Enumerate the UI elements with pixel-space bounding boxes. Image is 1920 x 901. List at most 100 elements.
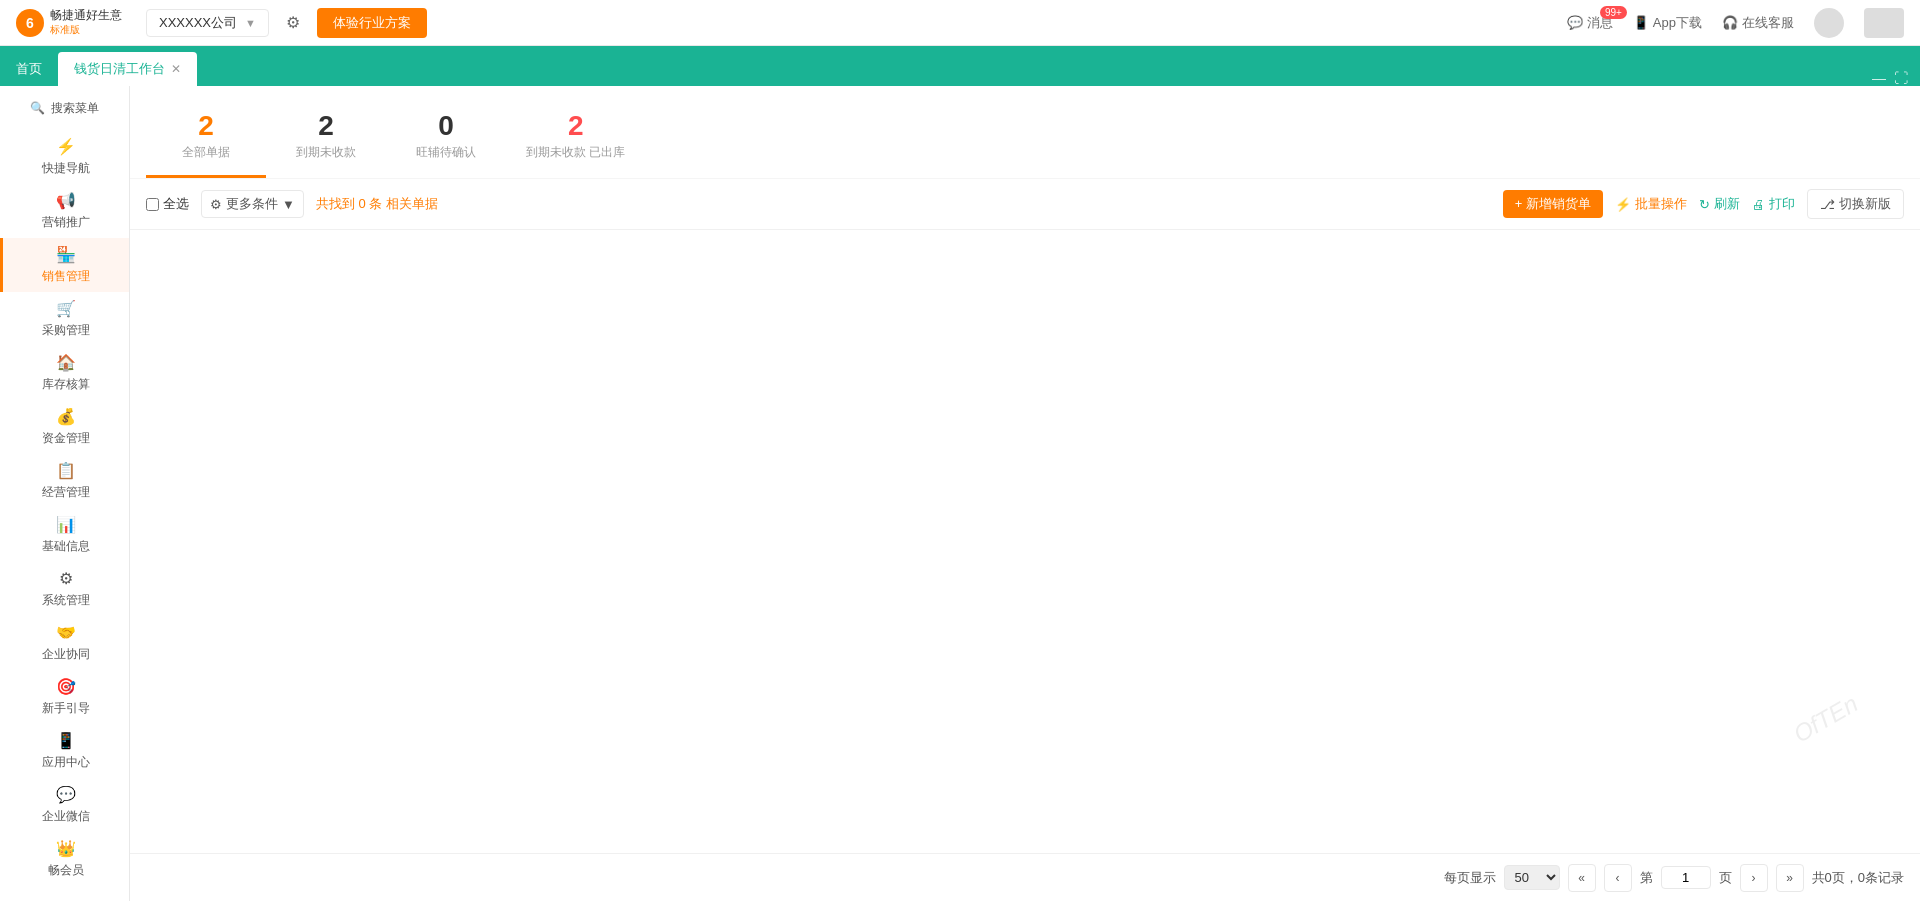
- sidebar-label-sales: 销售管理: [42, 268, 90, 285]
- stat-tab-wangpu[interactable]: 0 旺辅待确认: [386, 102, 506, 178]
- sidebar-label-enterprise-collab: 企业协同: [42, 646, 90, 663]
- sidebar-label-system: 系统管理: [42, 592, 90, 609]
- member-icon: 👑: [56, 839, 76, 858]
- logo-icon: 6: [16, 9, 44, 37]
- switch-version-icon: ⎇: [1820, 197, 1835, 212]
- page-input[interactable]: [1661, 866, 1711, 889]
- company-name: XXXXXX公司: [159, 14, 237, 32]
- page-label: 第: [1640, 869, 1653, 887]
- company-selector[interactable]: XXXXXX公司 ▼: [146, 9, 269, 37]
- found-prefix: 共找到: [316, 196, 355, 211]
- toolbar: 全选 ⚙ 更多条件 ▼ 共找到 0 条 相关单据 + 新增销货单 ⚡: [130, 179, 1920, 230]
- tab-bar-actions: — ⛶: [1872, 70, 1920, 86]
- sidebar-label-enterprise-wechat: 企业微信: [42, 808, 90, 825]
- sidebar-label-app-center: 应用中心: [42, 754, 90, 771]
- stat-count-overdue-warehouse: 2: [526, 112, 625, 140]
- app-name: 畅捷通好生意: [50, 8, 122, 24]
- last-page-btn[interactable]: »: [1776, 864, 1804, 892]
- sidebar-label-quick-nav: 快捷导航: [42, 160, 90, 177]
- select-all-label: 全选: [163, 195, 189, 213]
- sidebar-item-beginner-guide[interactable]: 🎯 新手引导: [0, 670, 129, 724]
- watermark: OfTEn: [1788, 690, 1862, 749]
- beginner-guide-icon: 🎯: [56, 677, 76, 696]
- first-page-btn[interactable]: «: [1568, 864, 1596, 892]
- switch-version-btn[interactable]: ⎇ 切换新版: [1807, 189, 1904, 219]
- inventory-icon: 🏠: [56, 353, 76, 372]
- message-badge: 99+: [1600, 6, 1627, 19]
- user-name[interactable]: [1864, 8, 1904, 38]
- new-sales-btn[interactable]: + 新增销货单: [1503, 190, 1603, 218]
- enterprise-wechat-icon: 💬: [56, 785, 76, 804]
- per-page-select[interactable]: 50 20 100: [1504, 865, 1560, 890]
- filter-label: 更多条件: [226, 195, 278, 213]
- print-label: 打印: [1769, 195, 1795, 213]
- batch-ops-btn[interactable]: ⚡ 批量操作: [1615, 191, 1687, 217]
- stat-label-overdue: 到期未收款: [286, 144, 366, 161]
- active-tab-label: 钱货日清工作台: [74, 60, 165, 78]
- stat-tab-overdue-warehouse[interactable]: 2 到期未收款 已出库: [506, 102, 645, 178]
- stats-tabs: 2 全部单据 2 到期未收款 0 旺辅待确认 2 到期未收款 已出库: [130, 86, 1920, 178]
- sidebar-label-beginner-guide: 新手引导: [42, 700, 90, 717]
- sidebar-label-marketing: 营销推广: [42, 214, 90, 231]
- app-center-icon: 📱: [56, 731, 76, 750]
- refresh-icon: ↻: [1699, 197, 1710, 212]
- stat-count-wangpu: 0: [406, 112, 486, 140]
- toolbar-right: + 新增销货单 ⚡ 批量操作 ↻ 刷新 🖨 打印 ⎇ 切换新版: [1503, 189, 1904, 219]
- filter-btn[interactable]: ⚙ 更多条件 ▼: [201, 190, 304, 218]
- app-download-label: App下载: [1653, 14, 1702, 32]
- sidebar-item-finance[interactable]: 💰 资金管理: [0, 400, 129, 454]
- app-download-item[interactable]: 📱 App下载: [1633, 14, 1702, 32]
- sidebar-label-operations: 经营管理: [42, 484, 90, 501]
- found-suffix: 相关单据: [386, 196, 438, 211]
- stat-label-overdue-warehouse: 到期未收款 已出库: [526, 144, 625, 161]
- online-service-item[interactable]: 🎧 在线客服: [1722, 14, 1794, 32]
- sidebar-search[interactable]: 🔍 搜索菜单: [0, 86, 129, 130]
- tab-active[interactable]: 钱货日清工作台 ✕: [58, 52, 197, 86]
- stat-tab-overdue[interactable]: 2 到期未收款: [266, 102, 386, 178]
- refresh-btn[interactable]: ↻ 刷新: [1699, 191, 1740, 217]
- stat-tab-all[interactable]: 2 全部单据: [146, 102, 266, 178]
- settings-icon[interactable]: ⚙: [277, 7, 309, 39]
- experience-btn[interactable]: 体验行业方案: [317, 8, 427, 38]
- sidebar-item-operations[interactable]: 📋 经营管理: [0, 454, 129, 508]
- sidebar-item-inventory[interactable]: 🏠 库存核算: [0, 346, 129, 400]
- sidebar-item-quick-nav[interactable]: ⚡ 快捷导航: [0, 130, 129, 184]
- sidebar-item-purchase[interactable]: 🛒 采购管理: [0, 292, 129, 346]
- select-all-input[interactable]: [146, 198, 159, 211]
- switch-version-label: 切换新版: [1839, 195, 1891, 213]
- found-count: 0: [359, 196, 366, 211]
- header-right: 💬 消息 99+ 📱 App下载 🎧 在线客服: [1567, 8, 1904, 38]
- search-label: 搜索菜单: [51, 100, 99, 117]
- tab-home[interactable]: 首页: [0, 52, 58, 86]
- next-page-btn[interactable]: ›: [1740, 864, 1768, 892]
- sidebar-item-sales[interactable]: 🏪 销售管理: [0, 238, 129, 292]
- tab-minimize-icon[interactable]: —: [1872, 70, 1886, 86]
- select-all-checkbox[interactable]: 全选: [146, 195, 189, 213]
- pagination: 每页显示 50 20 100 « ‹ 第 页 › » 共0页，0条记录: [130, 853, 1920, 901]
- tab-bar: 首页 钱货日清工作台 ✕ — ⛶: [0, 46, 1920, 86]
- tab-maximize-icon[interactable]: ⛶: [1894, 70, 1908, 86]
- sidebar-item-marketing[interactable]: 📢 营销推广: [0, 184, 129, 238]
- table-area: OfTEn: [130, 230, 1920, 853]
- sidebar-item-basic-info[interactable]: 📊 基础信息: [0, 508, 129, 562]
- sidebar-label-member: 畅会员: [48, 862, 84, 879]
- sidebar-item-app-center[interactable]: 📱 应用中心: [0, 724, 129, 778]
- tab-close-icon[interactable]: ✕: [171, 62, 181, 76]
- refresh-label: 刷新: [1714, 195, 1740, 213]
- prev-page-btn[interactable]: ‹: [1604, 864, 1632, 892]
- app-download-icon: 📱: [1633, 15, 1649, 30]
- found-unit: 条: [369, 196, 382, 211]
- sidebar-item-system[interactable]: ⚙ 系统管理: [0, 562, 129, 616]
- toolbar-left: 全选 ⚙ 更多条件 ▼ 共找到 0 条 相关单据: [146, 190, 438, 218]
- sidebar-item-member[interactable]: 👑 畅会员: [0, 832, 129, 886]
- sidebar-item-enterprise-wechat[interactable]: 💬 企业微信: [0, 778, 129, 832]
- sidebar-item-enterprise-collab[interactable]: 🤝 企业协同: [0, 616, 129, 670]
- avatar[interactable]: [1814, 8, 1844, 38]
- system-icon: ⚙: [59, 569, 73, 588]
- filter-icon: ⚙: [210, 197, 222, 212]
- per-page-label: 每页显示: [1444, 869, 1496, 887]
- batch-ops-label: 批量操作: [1635, 195, 1687, 213]
- message-item[interactable]: 💬 消息 99+: [1567, 14, 1613, 32]
- print-btn[interactable]: 🖨 打印: [1752, 191, 1795, 217]
- home-tab-label: 首页: [16, 60, 42, 78]
